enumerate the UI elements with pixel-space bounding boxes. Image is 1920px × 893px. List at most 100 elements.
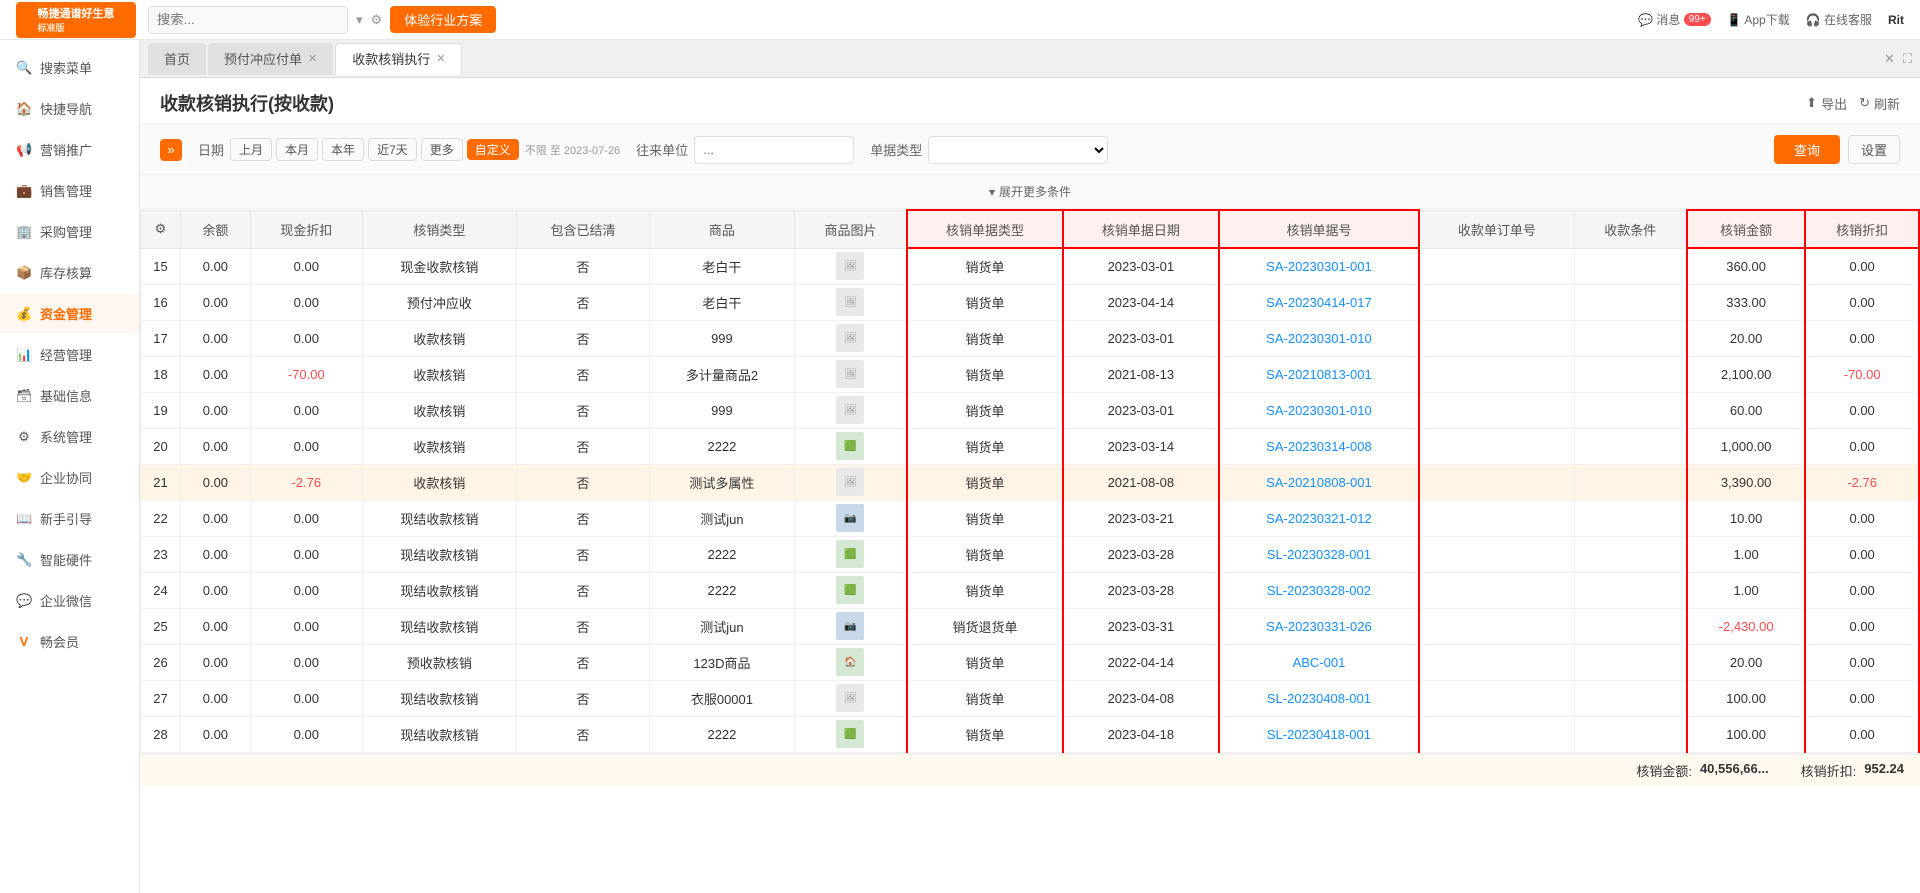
sidebar-item-vip[interactable]: V 畅会员 xyxy=(0,622,139,661)
sidebar-item-purchase[interactable]: 🏢 采购管理 xyxy=(0,212,139,251)
cell-doc-no[interactable]: SA-20230301-010 xyxy=(1219,320,1419,356)
th-doc-type: 核销单据类型 xyxy=(907,210,1063,248)
cell-goods: 2222 xyxy=(650,572,795,608)
goods-image: 🟩 xyxy=(836,720,864,748)
cell-cash-discount: 0.00 xyxy=(250,644,362,680)
online-service-btn[interactable]: 🎧 在线客服 xyxy=(1806,11,1872,28)
logo-sub: 标准版 xyxy=(38,21,115,34)
cell-doc-no[interactable]: SL-20230408-001 xyxy=(1219,680,1419,716)
top-search-input[interactable] xyxy=(148,6,348,34)
cell-doc-date: 2023-04-14 xyxy=(1063,284,1219,320)
cell-doc-no[interactable]: SA-20210813-001 xyxy=(1219,356,1419,392)
doc-no-link[interactable]: SA-20230331-026 xyxy=(1266,619,1372,634)
cell-cash-discount: 0.00 xyxy=(250,392,362,428)
top-bar-center: ▾ ⚙ 体验行业方案 xyxy=(148,6,1626,34)
tab-prepay-close[interactable]: ✕ xyxy=(308,52,317,65)
doc-no-link[interactable]: SA-20230414-017 xyxy=(1266,295,1372,310)
expand-more-btn[interactable]: ▾ 展开更多条件 xyxy=(981,179,1079,204)
tab-prepay[interactable]: 预付冲应付单 ✕ xyxy=(208,43,333,75)
tab-expand-icon[interactable]: ⛶ xyxy=(1903,51,1912,67)
tab-receipt-writeoff[interactable]: 收款核销执行 ✕ xyxy=(335,43,462,75)
cell-doc-no[interactable]: SL-20230328-001 xyxy=(1219,536,1419,572)
doc-no-link[interactable]: SA-20210808-001 xyxy=(1266,475,1372,490)
cell-doc-no[interactable]: SA-20230321-012 xyxy=(1219,500,1419,536)
sidebar-item-quick-nav[interactable]: 🏠 快捷导航 xyxy=(0,89,139,128)
tab-receipt-writeoff-close[interactable]: ✕ xyxy=(436,52,445,65)
sidebar-item-guide[interactable]: 📖 新手引导 xyxy=(0,499,139,538)
date-btn-7days[interactable]: 近7天 xyxy=(368,138,417,161)
sidebar-item-collab[interactable]: 🤝 企业协同 xyxy=(0,458,139,497)
sidebar-label: 畅会员 xyxy=(40,632,79,651)
cell-doc-no[interactable]: SA-20230414-017 xyxy=(1219,284,1419,320)
tab-close-all-icon[interactable]: ✕ xyxy=(1884,51,1895,67)
sidebar-item-sales[interactable]: 💼 销售管理 xyxy=(0,171,139,210)
partner-input[interactable] xyxy=(694,136,854,164)
cell-doc-no[interactable]: SA-20230331-026 xyxy=(1219,608,1419,644)
cell-doc-no[interactable]: SL-20230328-002 xyxy=(1219,572,1419,608)
top-bar: 畅捷通谱好生意 标准版 ▾ ⚙ 体验行业方案 💬 消息 99+ 📱 App下载 … xyxy=(0,0,1920,40)
cell-doc-no[interactable]: ABC-001 xyxy=(1219,644,1419,680)
app-download-btn[interactable]: 📱 App下载 xyxy=(1727,11,1790,28)
solution-btn[interactable]: 体验行业方案 xyxy=(390,6,496,33)
sidebar-item-finance[interactable]: 💰 资金管理 xyxy=(0,294,139,333)
sidebar-item-wechat[interactable]: 💬 企业微信 xyxy=(0,581,139,620)
user-name[interactable]: Rit xyxy=(1888,13,1904,27)
sidebar-item-search-menu[interactable]: 🔍 搜索菜单 xyxy=(0,48,139,87)
cell-doc-no[interactable]: SA-20230301-001 xyxy=(1219,248,1419,284)
cell-cash-discount: 0.00 xyxy=(250,248,362,284)
cell-doc-no[interactable]: SA-20230301-010 xyxy=(1219,392,1419,428)
sidebar-item-basic-info[interactable]: 🗃 基础信息 xyxy=(0,376,139,415)
cell-doc-no[interactable]: SL-20230418-001 xyxy=(1219,716,1419,752)
doc-no-link[interactable]: SA-20230301-010 xyxy=(1266,331,1372,346)
messages-btn[interactable]: 💬 消息 99+ xyxy=(1638,11,1711,28)
sidebar-item-inventory[interactable]: 📦 库存核算 xyxy=(0,253,139,292)
sidebar-item-smart-hw[interactable]: 🔧 智能硬件 xyxy=(0,540,139,579)
cell-goods-img: 🖼 xyxy=(794,284,907,320)
date-custom-btn[interactable]: 自定义 xyxy=(467,139,519,160)
export-btn[interactable]: ⬆ 导出 xyxy=(1806,94,1847,113)
query-btn[interactable]: 查询 xyxy=(1774,135,1840,164)
doc-no-link[interactable]: SA-20210813-001 xyxy=(1266,367,1372,382)
th-balance: 余额 xyxy=(181,210,251,248)
top-bar-right: 💬 消息 99+ 📱 App下载 🎧 在线客服 Rit xyxy=(1638,11,1904,28)
doctype-select[interactable] xyxy=(928,136,1108,164)
doc-no-link[interactable]: SA-20230314-008 xyxy=(1266,439,1372,454)
doc-no-link[interactable]: SL-20230408-001 xyxy=(1267,691,1371,706)
sidebar-item-marketing[interactable]: 📢 营销推广 xyxy=(0,130,139,169)
cell-writeoff-type: 收款核销 xyxy=(362,356,516,392)
doc-no-link[interactable]: SA-20230321-012 xyxy=(1266,511,1372,526)
doc-no-link[interactable]: SL-20230418-001 xyxy=(1267,727,1371,742)
sidebar-label: 基础信息 xyxy=(40,386,92,405)
system-icon: ⚙ xyxy=(16,429,32,445)
cell-cash-discount: 0.00 xyxy=(250,608,362,644)
settings-icon[interactable]: ⚙ xyxy=(371,12,383,28)
cell-writeoff-discount: 0.00 xyxy=(1805,248,1919,284)
cell-doc-no[interactable]: SA-20210808-001 xyxy=(1219,464,1419,500)
date-btn-this-month[interactable]: 本月 xyxy=(276,138,318,161)
cell-writeoff-amount: 1.00 xyxy=(1687,572,1805,608)
doc-no-link[interactable]: SL-20230328-002 xyxy=(1267,583,1371,598)
expand-more-label: 展开更多条件 xyxy=(999,183,1071,200)
footer-writeoff-amount-label: 核销金额: xyxy=(1636,761,1692,780)
refresh-btn[interactable]: ↻ 刷新 xyxy=(1859,94,1900,113)
tab-home[interactable]: 首页 xyxy=(148,43,206,75)
filter-expand-btn[interactable]: » xyxy=(160,139,182,161)
th-receipt-condition: 收款条件 xyxy=(1574,210,1687,248)
doc-no-link[interactable]: ABC-001 xyxy=(1293,655,1346,670)
sidebar-item-system[interactable]: ⚙ 系统管理 xyxy=(0,417,139,456)
setting-btn[interactable]: 设置 xyxy=(1848,135,1900,164)
wechat-icon: 💬 xyxy=(16,593,32,609)
cell-writeoff-type: 现结收款核销 xyxy=(362,680,516,716)
doc-no-link[interactable]: SA-20230301-001 xyxy=(1266,259,1372,274)
cell-doc-no[interactable]: SA-20230314-008 xyxy=(1219,428,1419,464)
date-btn-this-year[interactable]: 本年 xyxy=(322,138,364,161)
dropdown-icon[interactable]: ▾ xyxy=(356,12,363,28)
doc-no-link[interactable]: SL-20230328-001 xyxy=(1267,547,1371,562)
date-btn-more[interactable]: 更多 xyxy=(421,138,463,161)
date-btn-last-month[interactable]: 上月 xyxy=(230,138,272,161)
doc-no-link[interactable]: SA-20230301-010 xyxy=(1266,403,1372,418)
sidebar-item-operations[interactable]: 📊 经营管理 xyxy=(0,335,139,374)
cell-writeoff-amount: 100.00 xyxy=(1687,680,1805,716)
sales-icon: 💼 xyxy=(16,183,32,199)
th-index[interactable]: ⚙ xyxy=(141,210,181,248)
